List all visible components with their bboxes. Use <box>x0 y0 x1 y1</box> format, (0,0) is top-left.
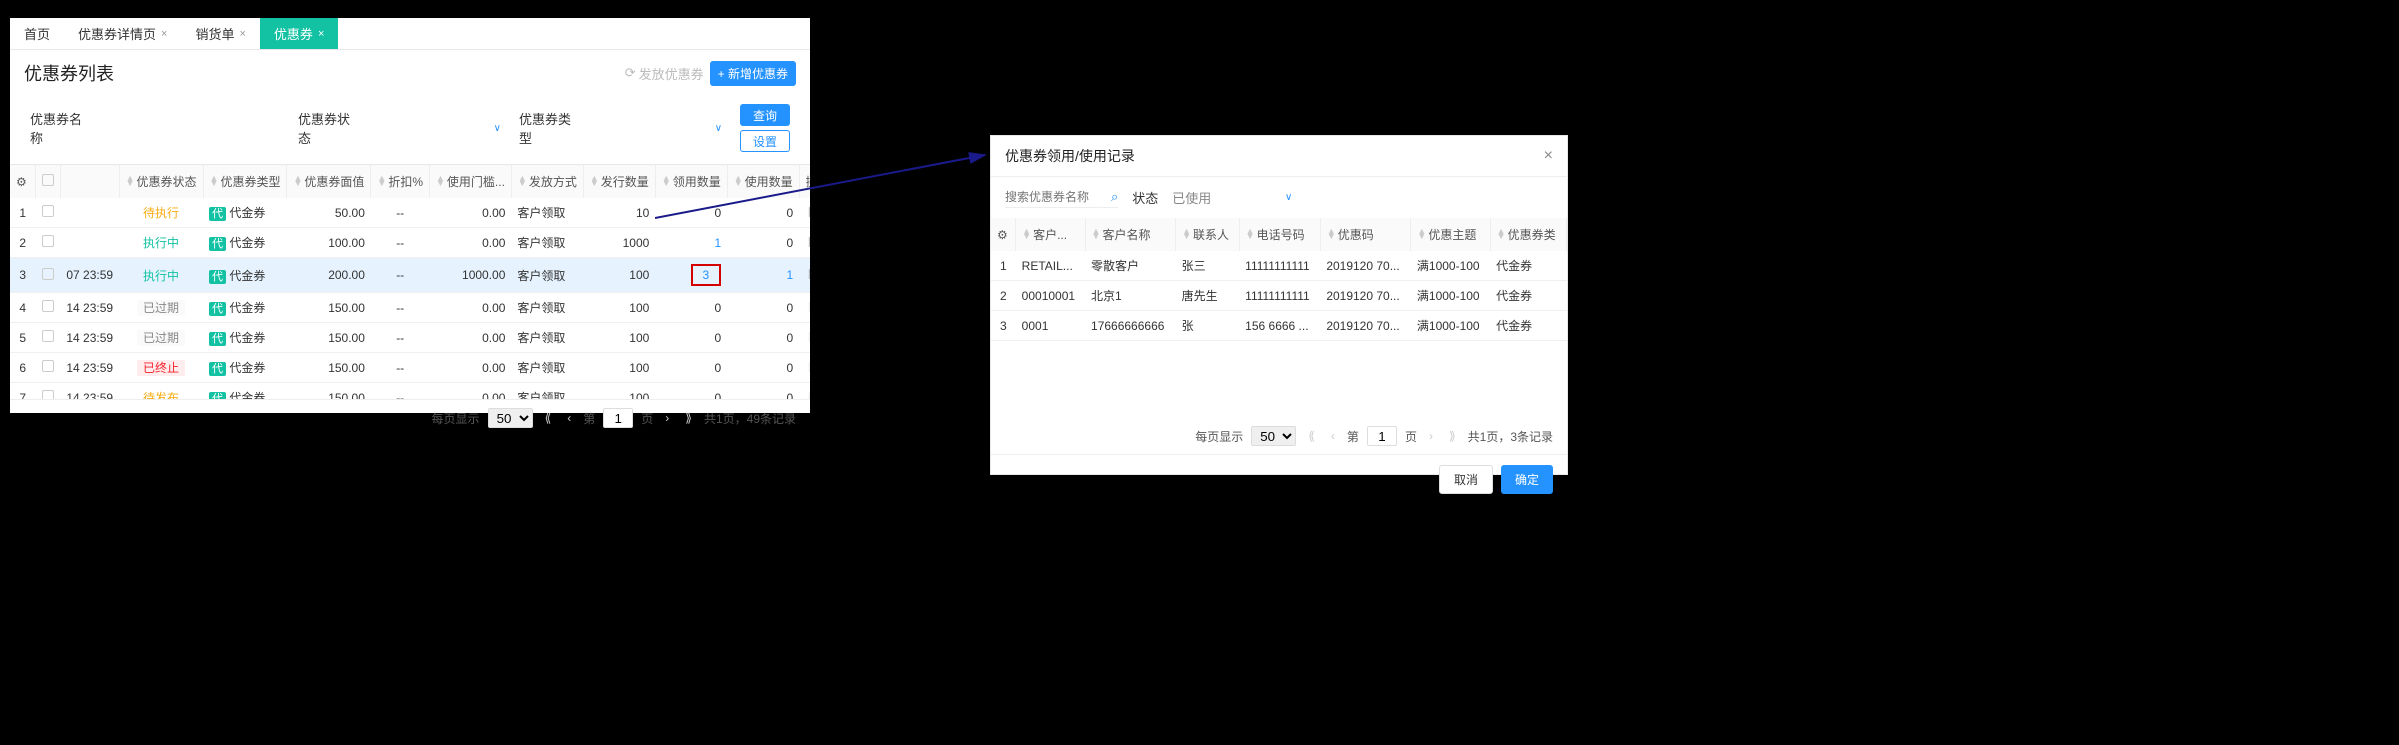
export-icon[interactable]: ⇱ <box>808 267 810 282</box>
chevron-down-icon: ∨ <box>715 123 722 134</box>
col-ops: 操作 <box>799 165 810 198</box>
cancel-button[interactable]: 取消 <box>1439 465 1493 494</box>
last-page-icon[interactable]: ⟫ <box>1445 429 1460 443</box>
row-checkbox[interactable] <box>42 300 54 312</box>
col-dist-method[interactable]: ▲▼发放方式 <box>511 165 583 198</box>
row-checkbox[interactable] <box>42 268 54 280</box>
next-page-icon[interactable]: › <box>661 411 673 425</box>
coupon-status-select[interactable]: ∨ <box>372 123 501 134</box>
col-type[interactable]: ▲▼优惠券类型 <box>203 165 287 198</box>
coupon-table: ⚙ ▲▼优惠券状态 ▲▼优惠券类型 ▲▼优惠券面值 ▲▼折扣% ▲▼使用门槛..… <box>10 164 810 399</box>
filter-bar: 优惠券名称 优惠券状态 ∨ 优惠券类型 ∨ 查询 设置 <box>10 96 810 164</box>
coupon-name-input[interactable] <box>104 116 280 140</box>
table-row[interactable]: 1RETAIL...零散客户张三111111111112019120 70...… <box>991 251 1567 281</box>
table-row[interactable]: 5 14 23:59 已过期 代 代金券 150.00 -- 0.00 客户领取… <box>10 323 810 353</box>
table-row[interactable]: 200010001北京1唐先生111111111112019120 70...满… <box>991 281 1567 311</box>
pagination-total: 共1页，49条记录 <box>704 410 796 427</box>
col-discount[interactable]: ▲▼折扣% <box>371 165 430 198</box>
table-row[interactable]: 2 执行中 代 代金券 100.00 -- 0.00 客户领取 1000 1 0… <box>10 228 810 258</box>
last-page-icon[interactable]: ⟫ <box>681 411 696 425</box>
coupon-name-search-input[interactable] <box>1005 187 1105 207</box>
coupon-type-select[interactable]: ∨ <box>593 123 722 134</box>
modal-status-label: 状态 <box>1132 188 1158 207</box>
table-row[interactable]: 6 14 23:59 已终止 代 代金券 150.00 -- 0.00 客户领取… <box>10 353 810 383</box>
modal-per-page-select[interactable]: 50 <box>1251 426 1296 446</box>
tab-sales[interactable]: 销货单× <box>181 18 259 49</box>
search-icon[interactable]: ⌕ <box>1111 189 1118 205</box>
usage-record-modal: 优惠券领用/使用记录 × ⌕ 状态 已使用∨ ⚙ ▲▼客户... ▲▼客户名称 … <box>990 135 1568 475</box>
page-input[interactable] <box>603 408 633 428</box>
table-row[interactable]: 3000117666666666张156 6666 ...2019120 70.… <box>991 311 1567 341</box>
chevron-down-icon: ∨ <box>1285 192 1292 203</box>
close-icon[interactable]: × <box>1544 147 1553 165</box>
tab-coupon[interactable]: 优惠券× <box>260 18 338 49</box>
export-icon: ⇱ <box>808 300 810 315</box>
chevron-down-icon: ∨ <box>494 123 501 134</box>
close-icon[interactable]: × <box>318 28 324 40</box>
row-checkbox[interactable] <box>42 360 54 372</box>
table-row[interactable]: 3 07 23:59 执行中 代 代金券 200.00 -- 1000.00 客… <box>10 258 810 293</box>
table-row[interactable]: 4 14 23:59 已过期 代 代金券 150.00 -- 0.00 客户领取… <box>10 293 810 323</box>
row-checkbox[interactable] <box>42 235 54 247</box>
table-row[interactable]: 7 14 23:59 待发布 代 代金券 150.00 -- 0.00 客户领取… <box>10 383 810 400</box>
col-coupon-type[interactable]: ▲▼优惠券类 <box>1490 218 1566 251</box>
page-title: 优惠券列表 <box>24 60 114 86</box>
distribute-coupon-button: ⟳ 发放优惠券 <box>625 64 704 83</box>
per-page-select[interactable]: 50 <box>488 408 533 428</box>
modal-pagination-total: 共1页，3条记录 <box>1468 428 1553 445</box>
filter-name-label: 优惠券名称 <box>30 109 86 147</box>
main-panel: 首页 优惠券详情页× 销货单× 优惠券× 优惠券列表 ⟳ 发放优惠券 新增优惠券… <box>10 18 810 413</box>
col-threshold[interactable]: ▲▼使用门槛... <box>429 165 511 198</box>
export-icon: ⇱ <box>808 330 810 345</box>
next-page-icon[interactable]: › <box>1425 429 1437 443</box>
search-button[interactable]: 查询 <box>740 104 790 126</box>
export-icon[interactable]: ⇱ <box>808 235 810 250</box>
col-contact[interactable]: ▲▼联系人 <box>1176 218 1240 251</box>
close-icon[interactable]: × <box>239 28 245 40</box>
export-icon: ⇱ <box>808 360 810 375</box>
col-value[interactable]: ▲▼优惠券面值 <box>287 165 371 198</box>
filter-status-label: 优惠券状态 <box>298 109 354 147</box>
first-page-icon[interactable]: ⟪ <box>541 411 556 425</box>
row-checkbox[interactable] <box>42 205 54 217</box>
col-subject[interactable]: ▲▼优惠主题 <box>1411 218 1490 251</box>
col-used[interactable]: ▲▼使用数量 <box>727 165 799 198</box>
modal-title: 优惠券领用/使用记录 <box>1005 146 1135 166</box>
tab-detail[interactable]: 优惠券详情页× <box>64 18 181 49</box>
tab-bar: 首页 优惠券详情页× 销货单× 优惠券× <box>10 18 810 50</box>
tab-home[interactable]: 首页 <box>10 18 64 49</box>
col-customer-name[interactable]: ▲▼客户名称 <box>1085 218 1176 251</box>
table-row[interactable]: 1 待执行 代 代金券 50.00 -- 0.00 客户领取 10 0 0 ⇱⊞ <box>10 198 810 228</box>
col-status[interactable]: ▲▼优惠券状态 <box>119 165 203 198</box>
col-claimed[interactable]: ▲▼领用数量 <box>655 165 727 198</box>
col-issued[interactable]: ▲▼发行数量 <box>583 165 655 198</box>
close-icon[interactable]: × <box>161 28 167 40</box>
pagination: 每页显示 50 ⟪ ‹ 第 页 › ⟫ 共1页，49条记录 <box>10 399 810 436</box>
add-coupon-button[interactable]: 新增优惠券 <box>710 61 796 86</box>
first-page-icon[interactable]: ⟪ <box>1304 429 1319 443</box>
row-checkbox[interactable] <box>42 330 54 342</box>
export-icon[interactable]: ⇱ <box>808 205 810 220</box>
col-customer-code[interactable]: ▲▼客户... <box>1016 218 1085 251</box>
select-all-checkbox[interactable] <box>35 165 60 198</box>
prev-page-icon[interactable]: ‹ <box>563 411 575 425</box>
gear-icon[interactable]: ⚙ <box>991 218 1016 251</box>
gear-icon[interactable]: ⚙ <box>10 165 35 198</box>
settings-button[interactable]: 设置 <box>740 130 790 152</box>
row-checkbox[interactable] <box>42 390 54 399</box>
col-phone[interactable]: ▲▼电话号码 <box>1239 218 1320 251</box>
prev-page-icon[interactable]: ‹ <box>1327 429 1339 443</box>
modal-page-input[interactable] <box>1367 426 1397 446</box>
list-header: 优惠券列表 ⟳ 发放优惠券 新增优惠券 <box>10 50 810 96</box>
filter-type-label: 优惠券类型 <box>519 109 575 147</box>
confirm-button[interactable]: 确定 <box>1501 465 1553 494</box>
export-icon: ⇱ <box>808 390 810 400</box>
modal-status-select[interactable]: 已使用∨ <box>1172 188 1292 207</box>
col-coupon-code[interactable]: ▲▼优惠码 <box>1320 218 1411 251</box>
